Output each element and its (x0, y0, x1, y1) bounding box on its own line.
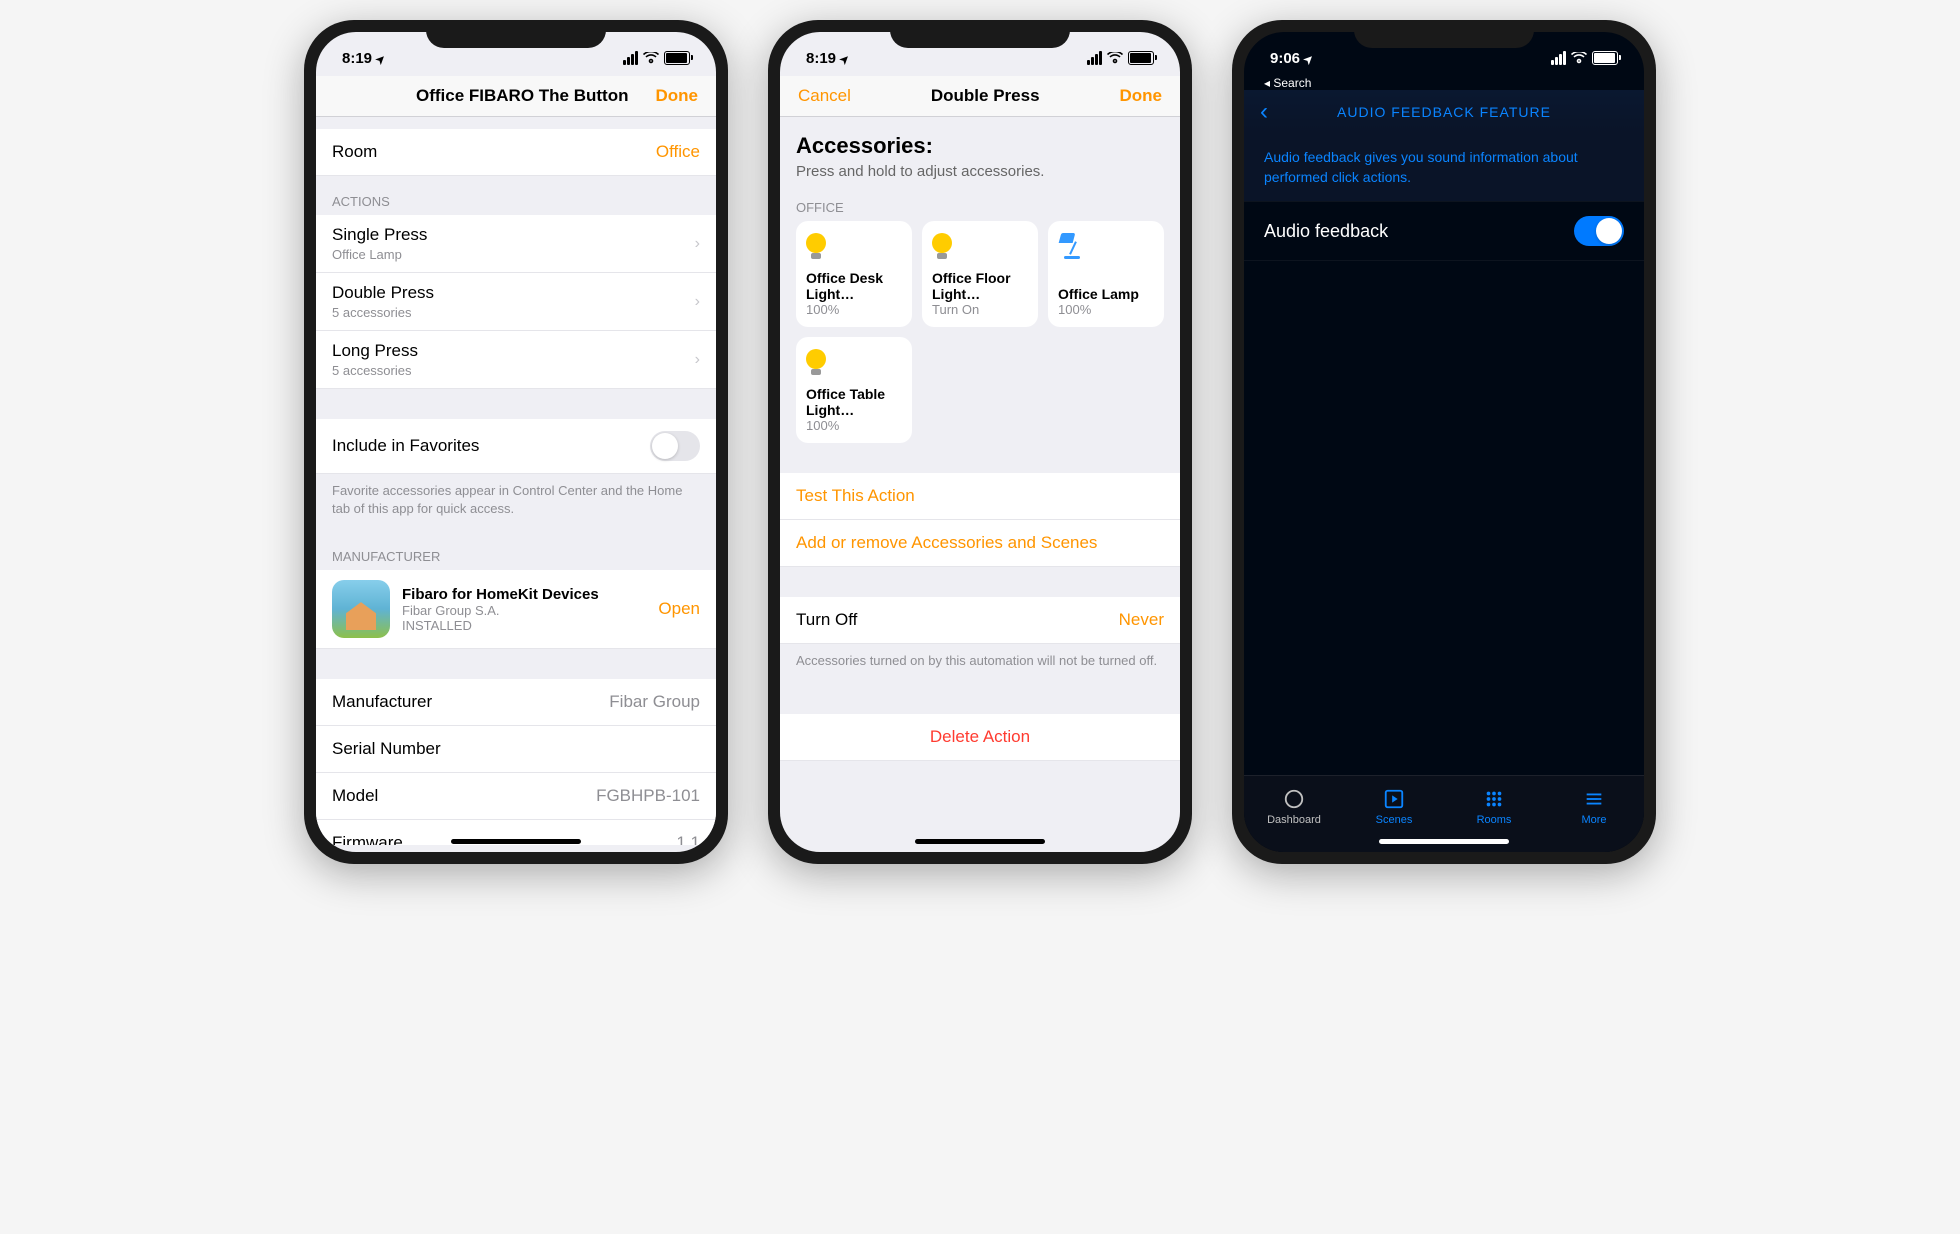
app-info: Fibaro for HomeKit Devices Fibar Group S… (402, 586, 646, 633)
cellular-icon (623, 51, 638, 65)
screen-3: 9:06 ◂ Search ‹ AUDIO FEEDBACK FEATURE A… (1244, 32, 1644, 852)
phone-3: 9:06 ◂ Search ‹ AUDIO FEEDBACK FEATURE A… (1232, 20, 1656, 864)
chevron-icon: › (695, 351, 700, 369)
home-indicator[interactable] (451, 839, 581, 844)
wifi-icon (1107, 52, 1123, 64)
bulb-icon (806, 349, 828, 377)
audio-feedback-cell[interactable]: Audio feedback (1244, 201, 1644, 261)
nav-bar: Office FIBARO The Button Done (316, 76, 716, 117)
open-button[interactable]: Open (658, 599, 700, 619)
accessory-tile[interactable]: Office Table Light… 100% (796, 337, 912, 443)
room-section-header: OFFICE (780, 194, 1180, 221)
info-model: Model FGBHPB-101 (316, 773, 716, 820)
room-label: Room (332, 142, 377, 162)
battery-icon (1592, 51, 1618, 65)
location-icon (1304, 50, 1313, 67)
notch (426, 20, 606, 48)
nav-title: Office FIBARO The Button (416, 86, 628, 106)
long-press-cell[interactable]: Long Press 5 accessories › (316, 331, 716, 389)
battery-icon (1128, 51, 1154, 65)
favorites-footer: Favorite accessories appear in Control C… (316, 474, 716, 531)
favorites-toggle[interactable] (650, 431, 700, 461)
info-manufacturer: Manufacturer Fibar Group (316, 679, 716, 726)
done-button[interactable]: Done (1119, 86, 1162, 106)
app-row[interactable]: Fibaro for HomeKit Devices Fibar Group S… (316, 570, 716, 649)
circle-icon (1283, 788, 1305, 810)
cellular-icon (1087, 51, 1102, 65)
nav-title: Double Press (931, 86, 1040, 106)
tab-more[interactable]: More (1544, 776, 1644, 852)
bulb-icon (932, 233, 954, 261)
status-time: 8:19 (342, 50, 385, 67)
grid-icon (1483, 788, 1505, 810)
app-icon (332, 580, 390, 638)
turnoff-footer: Accessories turned on by this automation… (780, 644, 1180, 684)
add-remove-link[interactable]: Add or remove Accessories and Scenes (780, 520, 1180, 567)
double-press-cell[interactable]: Double Press 5 accessories › (316, 273, 716, 331)
play-icon (1383, 788, 1405, 810)
actions-header: ACTIONS (316, 176, 716, 215)
screen-1: 8:19 Office FIBARO The Button Done Room … (316, 32, 716, 852)
battery-icon (664, 51, 690, 65)
home-indicator[interactable] (1379, 839, 1509, 844)
location-icon (376, 50, 385, 67)
test-action-link[interactable]: Test This Action (780, 473, 1180, 520)
room-value: Office (656, 142, 700, 162)
menu-icon (1583, 788, 1605, 810)
phone-1: 8:19 Office FIBARO The Button Done Room … (304, 20, 728, 864)
lamp-icon (1058, 233, 1082, 259)
cellular-icon (1551, 51, 1566, 65)
info-serial: Serial Number (316, 726, 716, 773)
tab-dashboard[interactable]: Dashboard (1244, 776, 1344, 852)
bulb-icon (806, 233, 828, 261)
back-button[interactable]: ‹ (1260, 98, 1268, 126)
accessory-tile[interactable]: Office Desk Light… 100% (796, 221, 912, 327)
audio-feedback-toggle[interactable] (1574, 216, 1624, 246)
accessories-grid: Office Desk Light… 100% Office Floor Lig… (780, 221, 1180, 443)
home-indicator[interactable] (915, 839, 1045, 844)
location-icon (840, 50, 849, 67)
phone-2: 8:19 Cancel Double Press Done Accessorie… (768, 20, 1192, 864)
nav-bar: Cancel Double Press Done (780, 76, 1180, 117)
turnoff-cell[interactable]: Turn Off Never (780, 597, 1180, 644)
wifi-icon (643, 52, 659, 64)
content-area[interactable]: Accessories: Press and hold to adjust ac… (780, 117, 1180, 845)
status-right (623, 51, 690, 65)
notch (1354, 20, 1534, 48)
accessories-sub: Press and hold to adjust accessories. (780, 163, 1180, 194)
accessory-tile[interactable]: Office Floor Light… Turn On (922, 221, 1038, 327)
header-title: AUDIO FEEDBACK FEATURE (1337, 104, 1551, 120)
done-button[interactable]: Done (655, 86, 698, 106)
accessory-tile[interactable]: Office Lamp 100% (1048, 221, 1164, 327)
back-to-search[interactable]: ◂ Search (1244, 76, 1644, 90)
room-cell[interactable]: Room Office (316, 129, 716, 176)
chevron-icon: › (695, 235, 700, 253)
content-area[interactable]: Audio feedback (1244, 201, 1644, 852)
feature-desc: Audio feedback gives you sound informati… (1244, 134, 1644, 201)
chevron-icon: › (695, 293, 700, 311)
delete-action-button[interactable]: Delete Action (780, 714, 1180, 761)
wifi-icon (1571, 52, 1587, 64)
screen-2: 8:19 Cancel Double Press Done Accessorie… (780, 32, 1180, 852)
favorites-cell[interactable]: Include in Favorites (316, 419, 716, 474)
single-press-cell[interactable]: Single Press Office Lamp › (316, 215, 716, 273)
cancel-button[interactable]: Cancel (798, 86, 851, 106)
content-area[interactable]: Room Office ACTIONS Single Press Office … (316, 117, 716, 845)
manufacturer-header: MANUFACTURER (316, 531, 716, 570)
accessories-title: Accessories: (780, 117, 1180, 163)
notch (890, 20, 1070, 48)
dark-header: ‹ AUDIO FEEDBACK FEATURE (1244, 90, 1644, 134)
